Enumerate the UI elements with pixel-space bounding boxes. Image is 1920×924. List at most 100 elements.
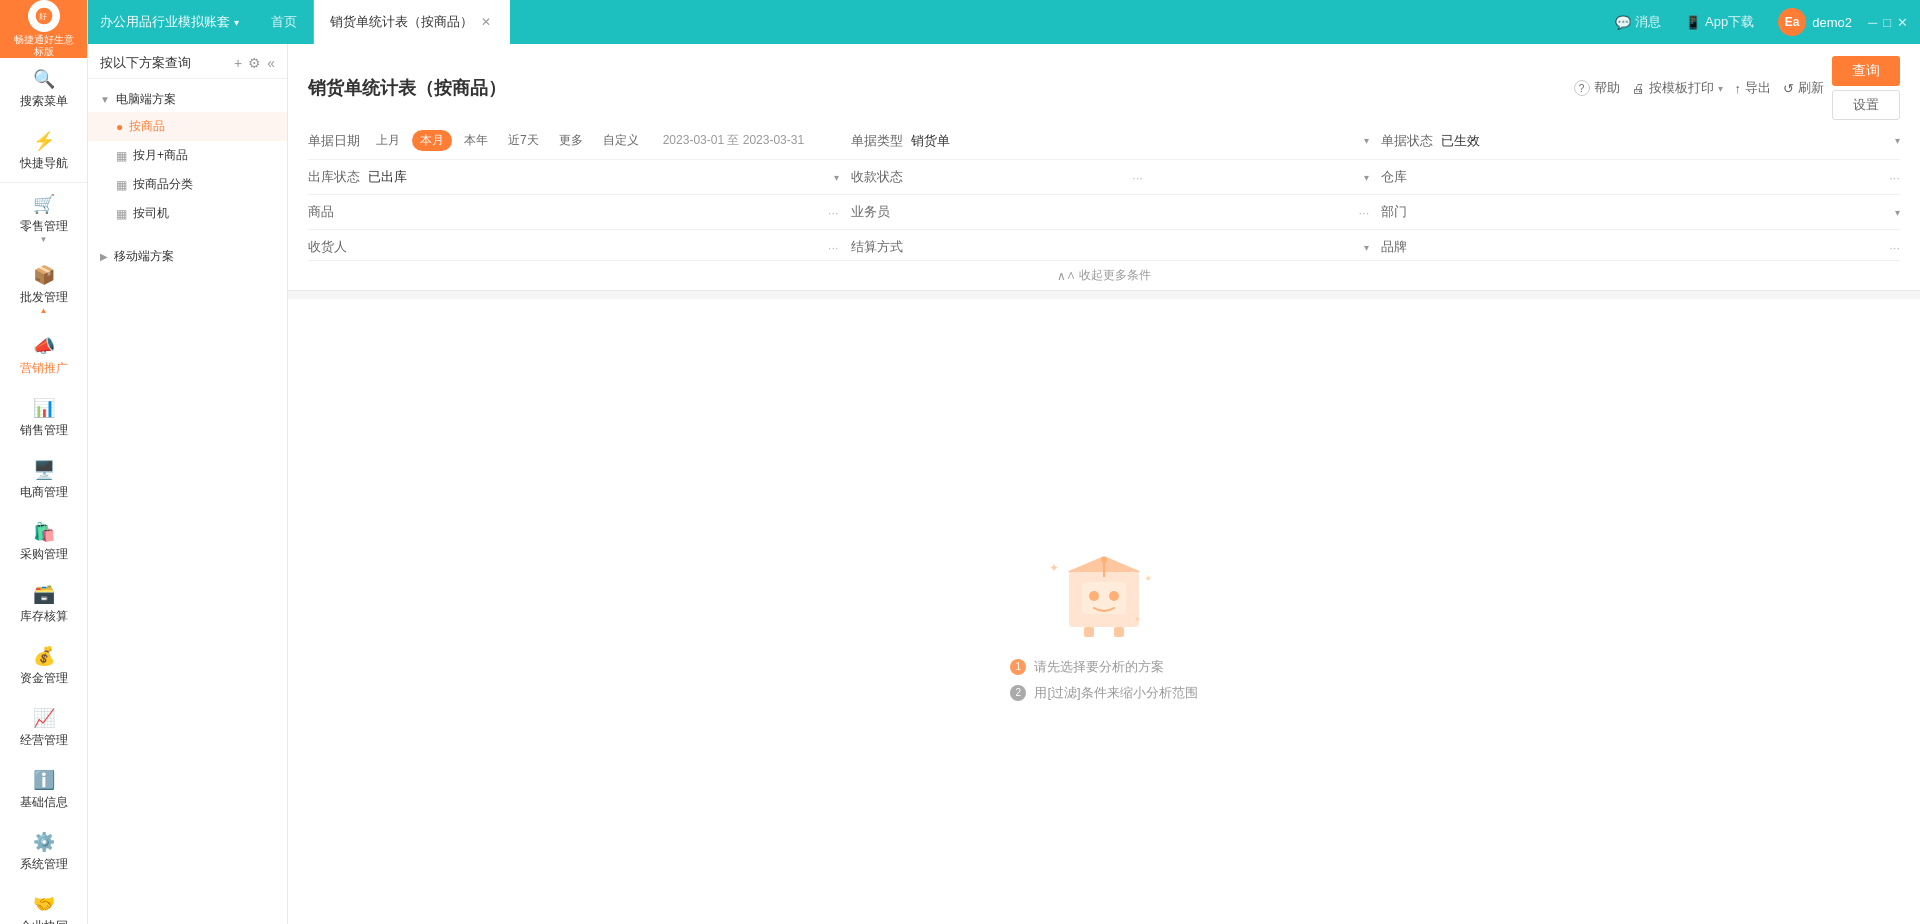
sidebar-item-inventory[interactable]: 🗃️ 库存核算 (0, 573, 88, 635)
search-icon: 🔍 (33, 68, 55, 90)
tab-sales-stat[interactable]: 销货单统计表（按商品） ✕ (314, 0, 510, 44)
scheme-icon-3: ▦ (116, 207, 127, 221)
minimize-button[interactable]: ─ (1868, 15, 1877, 30)
left-panel-header: 按以下方案查询 + ⚙ « (88, 44, 287, 79)
app-logo[interactable]: 好 畅捷通好生意 标版 (0, 0, 88, 58)
recipient-control[interactable]: ··· (355, 240, 839, 255)
svg-point-7 (1101, 557, 1107, 563)
marketing-icon: 📣 (33, 335, 55, 357)
topbar: 办公用品行业模拟账套 ▾ 首页 销货单统计表（按商品） ✕ 💬 消息 📱 App… (88, 0, 1920, 44)
sidebar-item-sales[interactable]: 📊 销售管理 (0, 387, 88, 449)
doctype-filter: 单据类型 销货单 ▾ (839, 130, 1370, 151)
brand-control[interactable]: ··· (1415, 240, 1900, 255)
warehouse-control[interactable]: ··· (1415, 170, 1900, 185)
quicknav-icon: ⚡ (33, 130, 55, 152)
scheme-by-driver[interactable]: ▦ 按司机 (88, 199, 287, 228)
maximize-button[interactable]: □ (1883, 15, 1891, 30)
svg-text:✦: ✦ (1134, 615, 1141, 624)
system-icon: ⚙️ (33, 831, 55, 853)
doctype-label: 单据类型 (851, 132, 903, 150)
date-tab-lastmonth[interactable]: 上月 (368, 130, 408, 151)
date-tab-7days[interactable]: 近7天 (500, 130, 547, 151)
date-label: 单据日期 (308, 132, 360, 150)
sidebar-item-system[interactable]: ⚙️ 系统管理 (0, 821, 88, 883)
date-tab-more[interactable]: 更多 (551, 130, 591, 151)
refresh-icon: ↺ (1783, 81, 1794, 96)
sidebar-item-cooperation[interactable]: 🤝 企业协同 (0, 883, 88, 924)
scheme-by-month-product[interactable]: ▦ 按月+商品 (88, 141, 287, 170)
outstatus-label: 出库状态 (308, 168, 360, 186)
collapse-icon: ∧ (1057, 269, 1066, 283)
tip-num-1: 1 (1010, 659, 1026, 675)
pc-section-header[interactable]: ▼ 电脑端方案 (88, 87, 287, 112)
user-menu[interactable]: Ea demo2 (1770, 4, 1860, 40)
sidebar-item-marketing[interactable]: 📣 营销推广 (0, 325, 88, 387)
app-download-button[interactable]: 📱 App下载 (1677, 9, 1762, 35)
date-tab-thismonth[interactable]: 本月 (412, 130, 452, 151)
receiptstatus-filter: 收款状态 ··· ▾ (839, 168, 1370, 186)
collapse-panel-button[interactable]: « (267, 55, 275, 71)
product-filter: 商品 ··· (308, 203, 839, 221)
department-control[interactable]: ▾ (1415, 207, 1900, 218)
sidebar-item-ecommerce[interactable]: 🖥️ 电商管理 (0, 449, 88, 511)
sidebar-item-retail[interactable]: 🛒 零售管理 ▼ (0, 183, 88, 254)
finance-icon: 💰 (33, 645, 55, 667)
app-name: 畅捷通好生意 标版 (14, 34, 74, 58)
empty-tip-2: 2 用[过滤]条件来缩小分析范围 (1010, 684, 1197, 702)
product-control[interactable]: ··· (342, 205, 839, 220)
chevron-right-icon: ▶ (100, 251, 108, 262)
template-print-link[interactable]: 🖨 按模板打印 ▾ (1632, 79, 1723, 97)
purchase-icon: 🛍️ (33, 521, 55, 543)
main-content: ✦ ✦ ✦ 1 请先选择要分析的方案 2 用[过滤]条件来缩小分析范围 (288, 299, 1920, 924)
filter-row-1: 单据日期 上月 本月 本年 近7天 更多 自定义 2023-03-01 至 20… (308, 130, 1900, 160)
recipient-label: 收货人 (308, 238, 347, 256)
svg-rect-8 (1084, 627, 1094, 637)
tab-home[interactable]: 首页 (255, 0, 314, 44)
sidebar-item-operation[interactable]: 📈 经营管理 (0, 697, 88, 759)
docstatus-control[interactable]: 已生效 ▾ (1441, 132, 1900, 150)
payment-filter: 结算方式 ▾ (839, 238, 1370, 256)
message-button[interactable]: 💬 消息 (1607, 9, 1669, 35)
payment-label: 结算方式 (851, 238, 903, 256)
setting-button[interactable]: 设置 (1832, 90, 1900, 120)
salesperson-dots-icon: ··· (1358, 205, 1369, 220)
close-window-button[interactable]: ✕ (1897, 15, 1908, 30)
salesperson-control[interactable]: ··· (898, 205, 1370, 220)
date-range: 2023-03-01 至 2023-03-31 (663, 132, 804, 149)
action-buttons: 查询 设置 (1832, 56, 1900, 120)
collapse-bar[interactable]: ∧ ∧ 收起更多条件 (308, 260, 1900, 290)
date-tab-thisyear[interactable]: 本年 (456, 130, 496, 151)
mobile-section-header[interactable]: ▶ 移动端方案 (88, 244, 287, 269)
add-scheme-button[interactable]: + (234, 55, 242, 71)
page-title: 销货单统计表（按商品） (308, 76, 506, 100)
export-link[interactable]: ↑ 导出 (1735, 79, 1772, 97)
tab-close-button[interactable]: ✕ (479, 15, 493, 29)
sidebar-item-search[interactable]: 🔍 搜索菜单 (0, 58, 88, 120)
app-selector[interactable]: 办公用品行业模拟账套 ▾ (100, 13, 239, 31)
help-link[interactable]: ? 帮助 (1574, 79, 1620, 97)
scheme-by-product[interactable]: ● 按商品 (88, 112, 287, 141)
sidebar-item-wholesale[interactable]: 📦 批发管理 ▲ (0, 254, 88, 325)
scheme-icon-2: ▦ (116, 178, 127, 192)
empty-illustration: ✦ ✦ ✦ (1044, 522, 1164, 642)
sidebar-item-basic[interactable]: ℹ️ 基础信息 (0, 759, 88, 821)
refresh-link[interactable]: ↺ 刷新 (1783, 79, 1824, 97)
sidebar-item-quicknav[interactable]: ⚡ 快捷导航 (0, 120, 88, 182)
scheme-by-category[interactable]: ▦ 按商品分类 (88, 170, 287, 199)
payment-control[interactable]: ▾ (911, 242, 1370, 253)
date-tab-custom[interactable]: 自定义 (595, 130, 647, 151)
page-actions: ? 帮助 🖨 按模板打印 ▾ ↑ 导出 (1574, 79, 1825, 97)
sidebar-item-purchase[interactable]: 🛍️ 采购管理 (0, 511, 88, 573)
docstatus-filter: 单据状态 已生效 ▾ (1369, 130, 1900, 151)
settings-scheme-button[interactable]: ⚙ (248, 55, 261, 71)
receiptstatus-control[interactable]: ··· ▾ (911, 170, 1370, 185)
doctype-control[interactable]: 销货单 ▾ (911, 132, 1370, 150)
query-button[interactable]: 查询 (1832, 56, 1900, 86)
mobile-section: ▶ 移动端方案 (88, 236, 287, 277)
right-content: 销货单统计表（按商品） ? 帮助 🖨 按模板打印 ▾ (288, 44, 1920, 924)
outstatus-control[interactable]: 已出库 ▾ (368, 168, 839, 186)
sidebar-item-finance[interactable]: 💰 资金管理 (0, 635, 88, 697)
print-icon: 🖨 (1632, 81, 1645, 96)
recipient-dots-icon: ··· (828, 240, 839, 255)
salesperson-label: 业务员 (851, 203, 890, 221)
